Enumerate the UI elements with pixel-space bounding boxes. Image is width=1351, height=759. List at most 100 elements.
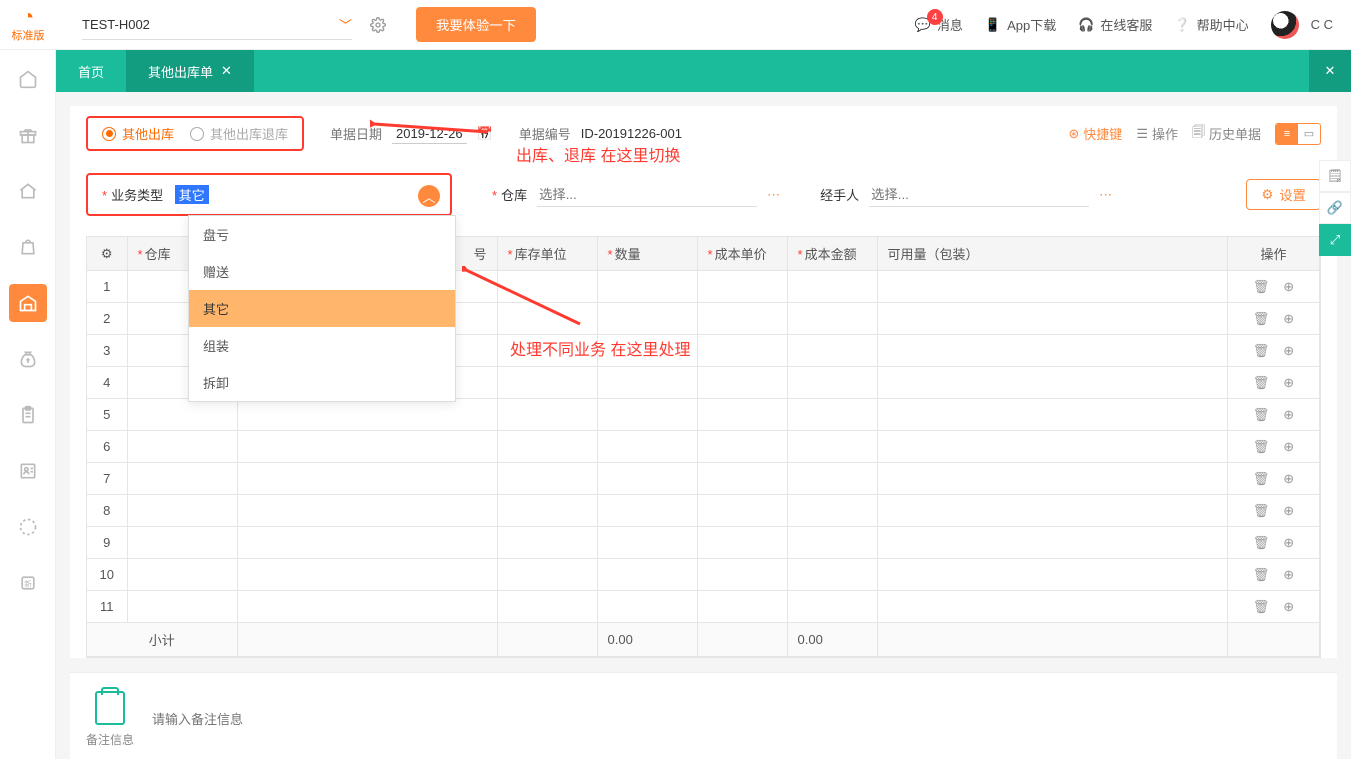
customer-service-link[interactable]: 🎧 在线客服 [1078,15,1152,34]
business-type-value: 其它 [175,185,209,204]
tab-current[interactable]: 其他出库单 ✕ [126,50,254,92]
org-settings-button[interactable] [366,13,390,37]
biz-option[interactable]: 组装 [189,327,455,364]
delete-icon[interactable]: 🗑 [1253,535,1270,551]
delete-icon[interactable]: 🗑 [1253,407,1270,423]
nav-gift[interactable] [9,116,47,154]
nav-warehouse[interactable] [9,284,47,322]
annotation-2: 处理不同业务 在这里处理 [510,336,690,360]
try-button[interactable]: 我要体验一下 [416,7,536,42]
table-row[interactable]: 10 🗑 ⊕ [87,559,1320,591]
svg-text:新: 新 [24,578,32,588]
shortcut-link[interactable]: ⊛ 快捷键 [1068,124,1122,143]
delete-icon[interactable]: 🗑 [1253,567,1270,583]
delete-icon[interactable]: 🗑 [1253,439,1270,455]
delete-icon[interactable]: 🗑 [1253,599,1270,615]
warehouse-input[interactable] [537,183,757,207]
business-type-dropdown: 盘亏 赠送 其它 组装 拆卸 [188,215,456,402]
add-row-icon[interactable]: ⊕ [1283,503,1294,519]
add-row-icon[interactable]: ⊕ [1283,439,1294,455]
row-index: 10 [87,559,127,591]
add-row-icon[interactable]: ⊕ [1283,375,1294,391]
tabs-bar: 首页 其他出库单 ✕ ✕ [56,50,1351,92]
biz-option[interactable]: 其它 [189,290,455,327]
table-row[interactable]: 9🗑⊕ [87,527,1320,559]
biz-option[interactable]: 盘亏 [189,216,455,253]
biz-option[interactable]: 赠送 [189,253,455,290]
col-qty: 数量 [597,237,697,271]
delete-icon[interactable]: 🗑 [1253,311,1270,327]
handler-input[interactable] [869,183,1089,207]
add-row-icon[interactable]: ⊕ [1283,343,1294,359]
close-icon[interactable]: ✕ [221,63,232,79]
doc-panel: 其他出库 其他出库退库 单据日期 2019-12-26 📅 单据编号 ID-20… [70,106,1337,658]
nav-house[interactable] [9,172,47,210]
biz-option[interactable]: 拆卸 [189,364,455,401]
settings-button[interactable]: ⚙设置 [1246,179,1321,210]
remark-input[interactable] [152,712,1321,727]
rail-expand-icon[interactable]: ⤢ [1319,224,1351,256]
add-row-icon[interactable]: ⊕ [1283,535,1294,551]
app-download-link[interactable]: 📱 App下载 [985,15,1056,34]
col-available: 可用量（包装） [877,237,1228,271]
left-nav: 新 [0,50,56,759]
messages-link[interactable]: 💬 消息 4 [915,15,963,34]
rail-note-icon[interactable]: 🗒 [1319,160,1351,192]
business-type-select[interactable]: *业务类型 其它 ︿ 盘亏 赠送 其它 组装 拆卸 [86,173,452,216]
doc-fields-row: *业务类型 其它 ︿ 盘亏 赠送 其它 组装 拆卸 *仓库 ⋯ 经手人 [86,173,1321,216]
logo: ◔ 标准版 [0,7,56,43]
doc-header-row: 其他出库 其他出库退库 单据日期 2019-12-26 📅 单据编号 ID-20… [86,116,1321,151]
row-index: 4 [87,367,127,399]
annotation-arrow-2 [462,266,582,326]
nav-contacts[interactable] [9,452,47,490]
table-row[interactable]: 8🗑⊕ [87,495,1320,527]
gear-icon: ⚙ [1261,187,1273,203]
add-row-icon[interactable]: ⊕ [1283,567,1294,583]
help-icon: ❔ [1174,17,1190,33]
nav-home[interactable] [9,60,47,98]
add-row-icon[interactable]: ⊕ [1283,407,1294,423]
delete-icon[interactable]: 🗑 [1253,375,1270,391]
row-index: 1 [87,271,127,303]
table-row[interactable]: 6 🗑 ⊕ [87,431,1320,463]
nav-clipboard[interactable] [9,396,47,434]
help-center-link[interactable]: ❔ 帮助中心 [1174,15,1248,34]
more-icon[interactable]: ⋯ [1099,187,1112,203]
subtotal-row: 小计 0.00 0.00 [87,623,1320,657]
nav-moneybag[interactable] [9,340,47,378]
table-row[interactable]: 7🗑⊕ [87,463,1320,495]
org-select[interactable]: TEST-H002 ﹀ [82,10,352,40]
delete-icon[interactable]: 🗑 [1253,343,1270,359]
more-icon[interactable]: ⋯ [767,187,780,203]
table-row[interactable]: 5 🗑 ⊕ [87,399,1320,431]
row-index: 6 [87,431,127,463]
right-rail: 🗒 🔗 ⤢ [1319,160,1351,256]
add-row-icon[interactable]: ⊕ [1283,471,1294,487]
delete-icon[interactable]: 🗑 [1253,503,1270,519]
view-toggle[interactable]: ≡▭ [1275,123,1321,145]
nav-bag[interactable] [9,228,47,266]
doc-type-radio-group: 其他出库 其他出库退库 [86,116,304,151]
radio-return[interactable]: 其他出库退库 [190,124,288,143]
user-menu[interactable]: C C [1271,11,1333,39]
operate-link[interactable]: ☰ 操作 [1136,124,1178,143]
rail-link-icon[interactable]: 🔗 [1319,192,1351,224]
row-index: 5 [87,399,127,431]
tab-home[interactable]: 首页 [56,50,126,92]
close-all-tabs[interactable]: ✕ [1309,50,1351,92]
headset-icon: 🎧 [1078,17,1094,33]
avatar [1271,11,1299,39]
nav-more[interactable] [9,508,47,546]
history-link[interactable]: 🗐 历史单据 [1192,123,1261,145]
add-row-icon[interactable]: ⊕ [1283,599,1294,615]
radio-out[interactable]: 其他出库 [102,124,174,143]
row-index: 11 [87,591,127,623]
add-row-icon[interactable]: ⊕ [1283,311,1294,327]
table-row[interactable]: 11 🗑 ⊕ [87,591,1320,623]
add-row-icon[interactable]: ⊕ [1283,279,1294,295]
gear-column-header[interactable]: ⚙ [87,237,127,271]
warehouse-field: *仓库 ⋯ [492,183,780,207]
delete-icon[interactable]: 🗑 [1253,471,1270,487]
nav-new[interactable]: 新 [9,564,47,602]
delete-icon[interactable]: 🗑 [1253,279,1270,295]
